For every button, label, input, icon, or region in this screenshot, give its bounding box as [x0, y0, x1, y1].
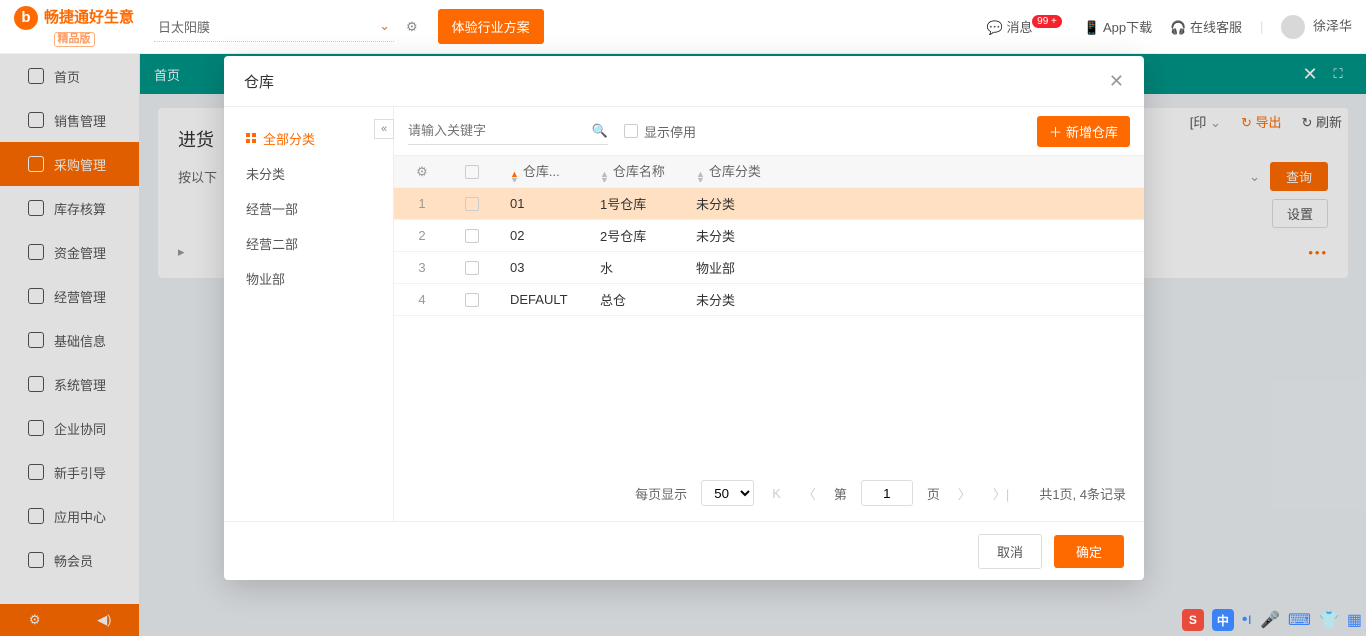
category-tree: « 全部分类 未分类 经营一部 经营二部 物业部 [224, 107, 394, 521]
ime-sogou-icon[interactable]: S [1182, 609, 1204, 631]
row-checkbox[interactable] [450, 292, 500, 308]
settings-gear-icon[interactable]: ⚙ [406, 19, 418, 35]
ime-punct-icon[interactable]: •ı [1242, 611, 1252, 629]
tree-node-uncategorized[interactable]: 未分类 [224, 156, 393, 191]
brand: b 畅捷通好生意 精品版 [14, 6, 134, 46]
tree-node-dept1[interactable]: 经营一部 [224, 191, 393, 226]
ok-button[interactable]: 确定 [1054, 535, 1124, 568]
plus-icon: ＋ [1049, 122, 1062, 141]
search-input[interactable] [408, 123, 592, 138]
pager-summary: 共1页, 4条记录 [1039, 484, 1126, 503]
per-page-label: 每页显示 [635, 484, 687, 503]
row-checkbox[interactable] [450, 196, 500, 212]
header-code[interactable]: ▲▼仓库... [500, 161, 590, 182]
table-row[interactable]: 3 03 水 物业部 [394, 252, 1144, 284]
header-gear[interactable]: ⚙ [394, 164, 450, 180]
chevron-down-icon: ⌄ [379, 18, 390, 34]
tree-collapse-button[interactable]: « [374, 119, 394, 139]
page-input[interactable] [861, 480, 913, 506]
warehouse-table: ⚙ ▲▼仓库... ▲▼仓库名称 ▲▼仓库分类 1 01 1号仓库 未分类 2 … [394, 155, 1144, 316]
checkbox-icon [624, 124, 638, 138]
search-icon[interactable]: 🔍 [592, 123, 608, 139]
page-first-button[interactable]: K [768, 486, 785, 501]
header-name[interactable]: ▲▼仓库名称 [590, 161, 686, 182]
page-last-button[interactable]: 〉| [989, 484, 1013, 503]
company-select[interactable]: 日太阳膜 ⌄ [154, 12, 394, 42]
table-header: ⚙ ▲▼仓库... ▲▼仓库名称 ▲▼仓库分类 [394, 156, 1144, 188]
modal-title: 仓库 [244, 71, 274, 92]
table-row[interactable]: 2 02 2号仓库 未分类 [394, 220, 1144, 252]
ime-lang-icon[interactable]: 中 [1212, 609, 1234, 631]
row-checkbox[interactable] [450, 228, 500, 244]
brand-name: 畅捷通好生意 [44, 10, 134, 27]
tree-node-property[interactable]: 物业部 [224, 261, 393, 296]
warehouse-modal: 仓库 ✕ « 全部分类 未分类 经营一部 经营二部 物业部 🔍 显示停用 [224, 56, 1144, 580]
per-page-select[interactable]: 50 [701, 480, 754, 506]
ime-skin-icon[interactable]: 👕 [1319, 610, 1339, 630]
ime-mic-icon[interactable]: 🎤 [1260, 610, 1280, 630]
top-bar: b 畅捷通好生意 精品版 日太阳膜 ⌄ ⚙ 体验行业方案 💬 消息 99 + 📱… [0, 0, 1366, 54]
message-icon: 💬 [987, 20, 1003, 35]
cancel-button[interactable]: 取消 [978, 534, 1042, 569]
tree-root[interactable]: 全部分类 [224, 121, 393, 156]
pager: 每页显示 50 K 〈 第 页 〉 〉| 共1页, 4条记录 [394, 465, 1144, 521]
customer-service-link[interactable]: 🎧 在线客服 [1170, 17, 1242, 36]
page-next-button[interactable]: 〉 [954, 484, 975, 503]
header-category[interactable]: ▲▼仓库分类 [686, 161, 1144, 182]
ime-apps-icon[interactable]: ▦ [1347, 610, 1362, 630]
messages-badge: 99 + [1032, 15, 1062, 28]
industry-plan-button[interactable]: 体验行业方案 [438, 9, 544, 44]
table-row[interactable]: 1 01 1号仓库 未分类 [394, 188, 1144, 220]
modal-header: 仓库 ✕ [224, 56, 1144, 106]
show-disabled-checkbox[interactable]: 显示停用 [624, 122, 696, 141]
app-download-link[interactable]: 📱 App下载 [1084, 17, 1152, 36]
table-row[interactable]: 4 DEFAULT 总仓 未分类 [394, 284, 1144, 316]
phone-icon: 📱 [1084, 20, 1100, 35]
ime-keyboard-icon[interactable]: ⌨ [1288, 610, 1311, 630]
search-input-wrap: 🔍 [408, 117, 608, 145]
ime-bar: S 中 •ı 🎤 ⌨ 👕 ▦ [1182, 608, 1362, 632]
top-right-group: 💬 消息 99 + 📱 App下载 🎧 在线客服 | 徐泽华 [987, 15, 1352, 39]
add-warehouse-button[interactable]: ＋ 新增仓库 [1037, 116, 1130, 147]
user-menu[interactable]: 徐泽华 [1281, 15, 1352, 39]
header-checkbox[interactable] [450, 164, 500, 180]
brand-logo-icon: b [14, 6, 38, 30]
brand-edition: 精品版 [54, 32, 95, 46]
row-checkbox[interactable] [450, 260, 500, 276]
modal-close-button[interactable]: ✕ [1109, 71, 1124, 92]
modal-right-panel: 🔍 显示停用 ＋ 新增仓库 ⚙ ▲▼仓库... ▲▼仓库名称 ▲▼仓库分类 [394, 107, 1144, 521]
modal-toolbar: 🔍 显示停用 ＋ 新增仓库 [394, 107, 1144, 155]
page-prev-button[interactable]: 〈 [799, 484, 820, 503]
headset-icon: 🎧 [1170, 20, 1186, 35]
messages-link[interactable]: 💬 消息 99 + [987, 17, 1066, 36]
modal-footer: 取消 确定 [224, 522, 1144, 580]
tree-node-dept2[interactable]: 经营二部 [224, 226, 393, 261]
grid-icon [246, 133, 257, 144]
avatar-icon [1281, 15, 1305, 39]
company-name: 日太阳膜 [158, 17, 210, 36]
